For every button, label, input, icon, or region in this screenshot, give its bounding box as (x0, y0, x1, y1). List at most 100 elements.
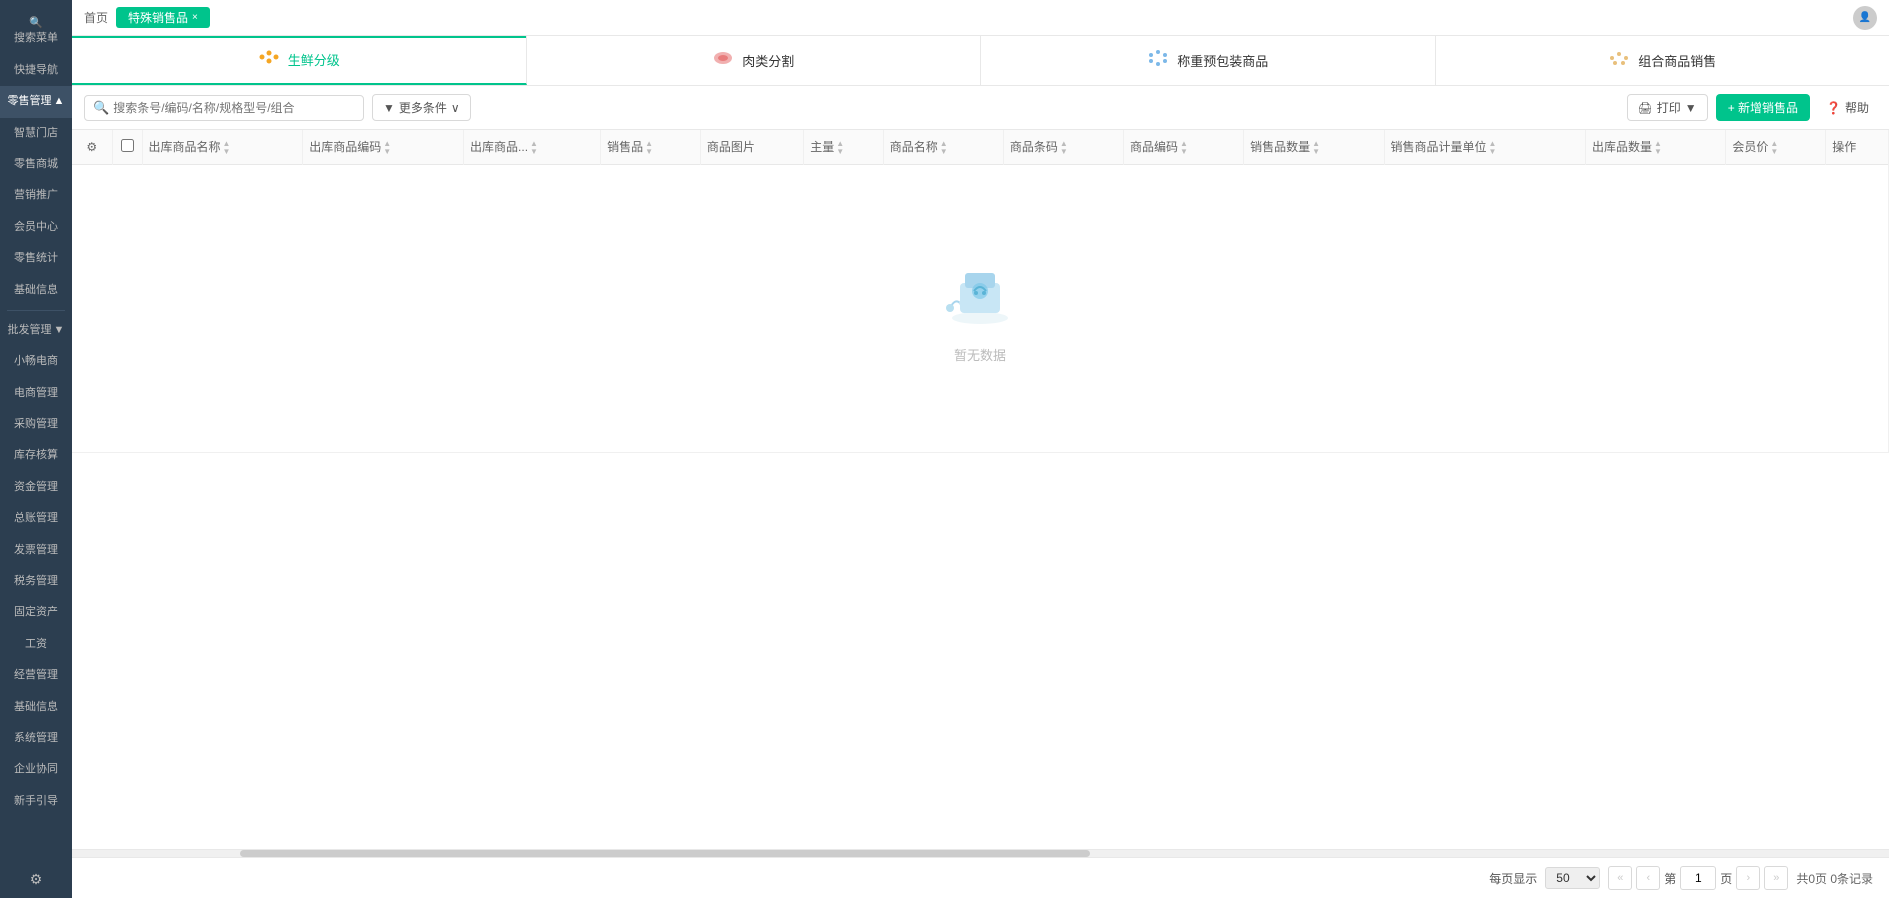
sidebar-item-basic-info[interactable]: 基础信息 (0, 275, 72, 306)
page-navigation: « ‹ 第 页 › » (1608, 866, 1788, 890)
sidebar: 🔍 搜索菜单 快捷导航 零售管理 ▲ 智慧门店 零售商城 营销推广 会员中心 零… (0, 0, 72, 898)
th-outlet-name[interactable]: 出库商品名称▲▼ (142, 130, 303, 164)
sidebar-item-ecom-mgmt[interactable]: 电商管理 (0, 378, 72, 409)
sidebar-item-sales-promo[interactable]: 营销推广 (0, 180, 72, 211)
prev-page-button[interactable]: ‹ (1636, 866, 1660, 890)
sort-arrows-12: ▲▼ (1770, 140, 1778, 156)
sidebar-item-fixed-assets[interactable]: 固定资产 (0, 597, 72, 628)
category-tabs: 生鲜分级 肉类分割 (72, 36, 1889, 86)
tab-weigh-pack[interactable]: 称重预包装商品 (981, 36, 1436, 85)
sidebar-item-retail-mgmt[interactable]: 零售管理 ▲ (0, 86, 72, 117)
sidebar-item-member-center[interactable]: 会员中心 (0, 212, 72, 243)
sidebar-item-basic-info2[interactable]: 基础信息 (0, 692, 72, 723)
horizontal-scrollbar[interactable] (72, 849, 1889, 857)
arrow-icon: ▲ (54, 94, 65, 109)
th-sale-qty[interactable]: 销售品数量▲▼ (1244, 130, 1384, 164)
sidebar-settings[interactable]: ⚙ (0, 863, 72, 898)
breadcrumb: 首页 (84, 9, 108, 26)
last-page-button[interactable]: » (1764, 866, 1788, 890)
sidebar-item-finance[interactable]: 资金管理 (0, 472, 72, 503)
page-input[interactable] (1680, 866, 1716, 890)
sidebar-item-purchase-mgmt[interactable]: 采购管理 (0, 409, 72, 440)
sidebar-item-mini-ecom[interactable]: 小畅电商 (0, 346, 72, 377)
pagination-bar: 每页显示 50 10 20 100 « ‹ 第 页 › » 共0页 0条记录 (72, 857, 1889, 898)
th-product-code[interactable]: 商品编码▲▼ (1123, 130, 1243, 164)
active-tab[interactable]: 特殊销售品 × (116, 7, 210, 28)
print-icon: 🖨 (1638, 101, 1653, 115)
active-indicator (72, 36, 526, 38)
sort-arrows-4: ▲▼ (645, 140, 653, 156)
sidebar-item-smart-store[interactable]: 智慧门店 (0, 118, 72, 149)
th-barcode[interactable]: 商品条码▲▼ (1003, 130, 1123, 164)
search-box[interactable]: 🔍 (84, 95, 364, 121)
sidebar-item-ops-mgmt[interactable]: 经营管理 (0, 660, 72, 691)
sidebar-item-inventory[interactable]: 库存核算 (0, 440, 72, 471)
th-product-name[interactable]: 商品名称▲▼ (883, 130, 1003, 164)
chevron-down-icon: ∨ (451, 101, 460, 115)
toolbar: 🔍 ▼ 更多条件 ∨ 🖨 打印 ▼ + 新增销售品 ❓ 帮助 (72, 86, 1889, 130)
sidebar-search[interactable]: 🔍 搜索菜单 (0, 8, 72, 55)
close-tab-button[interactable]: × (192, 12, 198, 23)
toolbar-right: 🖨 打印 ▼ + 新增销售品 ❓ 帮助 (1627, 94, 1877, 121)
th-checkbox[interactable] (112, 130, 142, 164)
add-product-button[interactable]: + 新增销售品 (1716, 94, 1810, 121)
fresh-icon (258, 48, 280, 71)
table-container: ⚙ 出库商品名称▲▼ 出库商品编码▲▼ 出库商品...▲▼ (72, 130, 1889, 849)
sidebar-item-quick-nav[interactable]: 快捷导航 (0, 55, 72, 86)
next-page-button[interactable]: › (1736, 866, 1760, 890)
topbar: 首页 特殊销售品 × 👤 (72, 0, 1889, 36)
sort-arrows-3: ▲▼ (530, 140, 538, 156)
avatar[interactable]: 👤 (1853, 6, 1877, 30)
print-button[interactable]: 🖨 打印 ▼ (1627, 94, 1708, 121)
arrow-icon-batch: ▼ (54, 323, 65, 338)
combo-icon (1608, 49, 1630, 72)
help-button[interactable]: ❓ 帮助 (1818, 95, 1877, 120)
th-gear[interactable]: ⚙ (72, 130, 112, 164)
sort-arrows-9: ▲▼ (1312, 140, 1320, 156)
th-outlet-qty[interactable]: 出库品数量▲▼ (1585, 130, 1725, 164)
per-page-select[interactable]: 50 10 20 100 (1545, 867, 1600, 889)
first-page-button[interactable]: « (1608, 866, 1632, 890)
sidebar-item-sys-mgmt[interactable]: 系统管理 (0, 723, 72, 754)
content-area: 生鲜分级 肉类分割 (72, 36, 1889, 898)
sidebar-item-retail-mall[interactable]: 零售商城 (0, 149, 72, 180)
help-icon: ❓ (1826, 101, 1841, 115)
th-outlet-spec[interactable]: 出库商品...▲▼ (464, 130, 601, 164)
page-label: 第 (1664, 870, 1676, 887)
th-outlet-code[interactable]: 出库商品编码▲▼ (303, 130, 464, 164)
sidebar-item-general-ledger[interactable]: 总账管理 (0, 503, 72, 534)
th-main-weight[interactable]: 主量▲▼ (804, 130, 883, 164)
sidebar-item-tax-mgmt[interactable]: 税务管理 (0, 566, 72, 597)
filter-button[interactable]: ▼ 更多条件 ∨ (372, 94, 471, 121)
scrollbar-thumb[interactable] (240, 850, 1090, 857)
divider (7, 310, 65, 311)
total-info: 共0页 0条记录 (1796, 870, 1873, 887)
sidebar-item-retail-stats[interactable]: 零售统计 (0, 243, 72, 274)
th-sale-item[interactable]: 销售品▲▼ (601, 130, 701, 164)
search-icon: 🔍 (93, 100, 109, 116)
sidebar-item-batch-mgmt[interactable]: 批发管理 ▼ (0, 315, 72, 346)
tab-fresh-grade[interactable]: 生鲜分级 (72, 36, 527, 85)
sidebar-item-corp-coop[interactable]: 企业协同 (0, 754, 72, 785)
search-input[interactable] (113, 101, 355, 115)
empty-row: 暂无数据 (72, 164, 1889, 452)
empty-state: 暂无数据 (78, 173, 1882, 444)
sidebar-item-new-guide[interactable]: 新手引导 (0, 786, 72, 817)
th-member-price[interactable]: 会员价▲▼ (1726, 130, 1826, 164)
search-icon: 🔍 (29, 17, 43, 29)
tab-meat-cut-label: 肉类分割 (742, 51, 794, 70)
sort-arrows: ▲▼ (223, 140, 231, 156)
sidebar-item-payroll[interactable]: 工资 (0, 629, 72, 660)
tab-combo-sale-label: 组合商品销售 (1638, 51, 1716, 70)
sort-arrows-6: ▲▼ (940, 140, 948, 156)
meat-icon (712, 49, 734, 72)
sidebar-item-invoice-mgmt[interactable]: 发票管理 (0, 535, 72, 566)
dropdown-arrow: ▼ (1685, 101, 1697, 115)
tab-combo-sale[interactable]: 组合商品销售 (1436, 36, 1889, 85)
page-suffix: 页 (1720, 870, 1732, 887)
tab-fresh-grade-label: 生鲜分级 (288, 50, 340, 69)
th-sale-unit[interactable]: 销售商品计量单位▲▼ (1384, 130, 1585, 164)
tab-meat-cut[interactable]: 肉类分割 (527, 36, 982, 85)
breadcrumb-home[interactable]: 首页 (84, 9, 108, 26)
select-all-checkbox[interactable] (121, 139, 134, 152)
